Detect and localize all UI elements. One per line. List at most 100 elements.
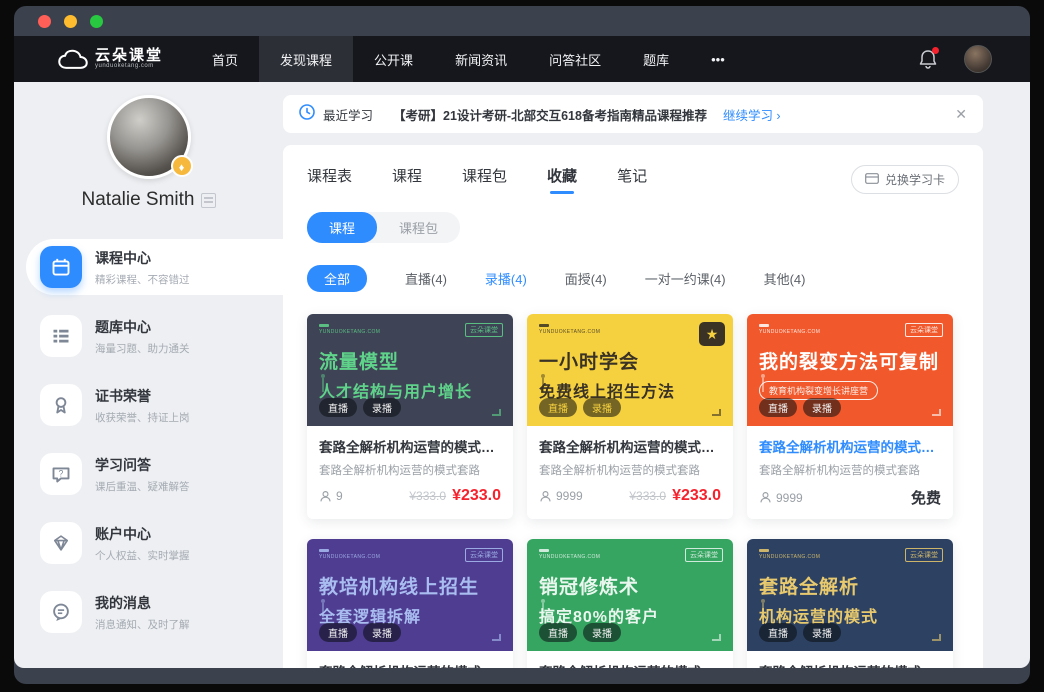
- tag-recorded: 录播: [803, 623, 841, 642]
- main-area: 最近学习 【考研】21设计考研-北部交互618备考指南精品课程推荐 继续学习 ›…: [283, 82, 983, 668]
- sidebar-item-account-center[interactable]: 账户中心 个人权益、实时掌握: [26, 515, 283, 571]
- cover-deco: [541, 374, 545, 392]
- tab-course-packages[interactable]: 课程包: [462, 165, 507, 194]
- medal-icon: [40, 384, 82, 426]
- nav-item-news[interactable]: 新闻资讯: [434, 36, 528, 82]
- window-close-button[interactable]: [38, 14, 51, 28]
- corner-mark: [492, 409, 501, 416]
- window-zoom-button[interactable]: [90, 14, 103, 28]
- course-title: 套路全解析机构运营的模式套路: [759, 661, 941, 668]
- window-minimize-button[interactable]: [64, 14, 77, 28]
- filter-bar: 全部 直播(4) 录播(4) 面授(4) 一对一约课(4) 其他(4): [307, 265, 959, 292]
- course-grid: YUNDUOKETANG.COM 云朵课堂 流量模型 人才结构与用户增长 直播 …: [307, 314, 959, 668]
- old-price: ¥333.0: [409, 489, 447, 503]
- old-price: ¥333.0: [629, 489, 667, 503]
- cover-badge: 云朵课堂: [465, 323, 503, 337]
- sidebar-item-subtitle: 收获荣誉、持证上岗: [95, 411, 190, 424]
- course-title: 套路全解析机构运营的模式套路: [539, 440, 721, 455]
- tag-recorded: 录播: [583, 398, 621, 417]
- sidebar-menu: 课程中心 精彩课程、不容错过 题库中心 海量习题、助力通关 证书荣誉 收获荣誉、…: [14, 239, 283, 640]
- cover-title: 套路全解析: [759, 577, 860, 598]
- tab-courses[interactable]: 课程: [392, 165, 422, 194]
- course-cover: YUNDUOKETANG.COM 云朵课堂 教培机构线上招生 全套逻辑拆解 直播…: [307, 539, 513, 651]
- filter-all[interactable]: 全部: [307, 265, 368, 292]
- cover-badge: 云朵课堂: [465, 548, 503, 562]
- corner-mark: [492, 634, 501, 641]
- corner-mark: [932, 409, 941, 416]
- nav-menu: 首页 发现课程 公开课 新闻资讯 问答社区 题库 •••: [191, 36, 746, 82]
- cover-title: 教培机构线上招生: [319, 577, 480, 598]
- course-card[interactable]: YUNDUOKETANG.COM 云朵课堂 销冠修炼术 搞定80%的客户 直播 …: [527, 539, 733, 668]
- tag-live: 直播: [319, 398, 357, 417]
- recent-course-title: 【考研】21设计考研-北部交互618备考指南精品课程推荐: [393, 108, 707, 123]
- notification-bell-icon[interactable]: [918, 47, 939, 70]
- star-badge-icon: ★: [699, 322, 725, 346]
- sidebar-item-title: 学习问答: [95, 456, 151, 473]
- course-title: 套路全解析机构运营的模式套路: [319, 440, 501, 455]
- filter-live[interactable]: 直播(4): [405, 269, 447, 288]
- card-icon: [865, 172, 879, 187]
- tab-favorites[interactable]: 收藏: [547, 165, 577, 194]
- question-bank-icon: [40, 315, 82, 357]
- cover-title: 一小时学会: [539, 352, 640, 373]
- course-cover: YUNDUOKETANG.COM 云朵课堂 流量模型 人才结构与用户增长 直播 …: [307, 314, 513, 426]
- sidebar-item-subtitle: 课后重温、疑难解答: [95, 480, 190, 493]
- switch-courses[interactable]: 课程: [307, 212, 378, 243]
- corner-mark: [712, 634, 721, 641]
- filter-one-on-one[interactable]: 一对一约课(4): [645, 269, 726, 288]
- cover-badge: 云朵课堂: [905, 548, 943, 562]
- filter-recorded[interactable]: 录播(4): [485, 269, 527, 288]
- cover-title: 销冠修炼术: [539, 577, 640, 598]
- notification-dot: [932, 47, 939, 54]
- course-card[interactable]: YUNDUOKETANG.COM 云朵课堂 教培机构线上招生 全套逻辑拆解 直播…: [307, 539, 513, 668]
- tab-schedule[interactable]: 课程表: [307, 165, 352, 194]
- filter-other[interactable]: 其他(4): [764, 269, 806, 288]
- qa-bubble-icon: ?: [40, 453, 82, 495]
- exchange-card-button[interactable]: 兑换学习卡: [850, 165, 959, 194]
- cover-deco: [541, 599, 545, 617]
- sidebar-item-learning-qa[interactable]: ? 学习问答 课后重温、疑难解答: [26, 446, 283, 502]
- nav-item-home[interactable]: 首页: [191, 36, 259, 82]
- sidebar-item-certificates[interactable]: 证书荣誉 收获荣誉、持证上岗: [26, 377, 283, 433]
- nav-item-more[interactable]: •••: [690, 36, 746, 82]
- course-cover: YUNDUOKETANG.COM 云朵课堂 套路全解析 机构运营的模式 直播 录…: [747, 539, 953, 651]
- nav-item-open-classes[interactable]: 公开课: [353, 36, 434, 82]
- tag-live: 直播: [539, 623, 577, 642]
- price: ¥233.0: [452, 487, 501, 504]
- svg-text:?: ?: [59, 469, 64, 479]
- switch-course-packages[interactable]: 课程包: [377, 212, 460, 243]
- filter-in-person[interactable]: 面授(4): [565, 269, 607, 288]
- course-card[interactable]: YUNDUOKETANG.COM 云朵课堂 套路全解析 机构运营的模式 直播 录…: [747, 539, 953, 668]
- course-title: 套路全解析机构运营的模式套路: [539, 661, 721, 668]
- course-cover: YUNDUOKETANG.COM 云朵课堂 我的裂变方法可复制 教育机构裂变增长…: [747, 314, 953, 426]
- cover-title: 流量模型: [319, 352, 400, 373]
- tab-notes[interactable]: 笔记: [617, 165, 647, 194]
- user-avatar[interactable]: [964, 45, 992, 73]
- message-icon: [40, 591, 82, 633]
- cover-title: 我的裂变方法可复制: [759, 352, 940, 373]
- sidebar-item-my-messages[interactable]: 我的消息 消息通知、及时了解: [26, 584, 283, 640]
- brand-logo[interactable]: 云朵课堂 yunduoketang.com: [58, 36, 163, 82]
- course-card[interactable]: YUNDUOKETANG.COM ★ 一小时学会 免费线上招生方法 直播 录播: [527, 314, 733, 519]
- course-card[interactable]: YUNDUOKETANG.COM 云朵课堂 我的裂变方法可复制 教育机构裂变增长…: [747, 314, 953, 519]
- sidebar-item-subtitle: 个人权益、实时掌握: [95, 549, 190, 562]
- sidebar-item-subtitle: 精彩课程、不容错过: [95, 273, 190, 286]
- nav-item-qa-community[interactable]: 问答社区: [528, 36, 622, 82]
- tag-live: 直播: [319, 623, 357, 642]
- nav-item-discover-courses[interactable]: 发现课程: [259, 36, 354, 82]
- sidebar-item-course-center[interactable]: 课程中心 精彩课程、不容错过: [26, 239, 283, 295]
- close-icon[interactable]: ✕: [955, 106, 967, 123]
- cover-badge: 云朵课堂: [905, 323, 943, 337]
- course-card[interactable]: YUNDUOKETANG.COM 云朵课堂 流量模型 人才结构与用户增长 直播 …: [307, 314, 513, 519]
- tag-recorded: 录播: [583, 623, 621, 642]
- sidebar-item-question-bank-center[interactable]: 题库中心 海量习题、助力通关: [26, 308, 283, 364]
- course-subtitle: 套路全解析机构运营的模式套路: [319, 465, 480, 477]
- course-center-icon: [40, 246, 82, 288]
- continue-learning-link[interactable]: 继续学习 ›: [723, 105, 781, 124]
- sidebar-item-title: 证书荣誉: [95, 387, 151, 404]
- nav-item-question-bank[interactable]: 题库: [622, 36, 690, 82]
- profile-name: Natalie Smith: [81, 189, 195, 210]
- cover-badge: 云朵课堂: [685, 548, 723, 562]
- sidebar-item-subtitle: 消息通知、及时了解: [95, 618, 190, 631]
- tag-recorded: 录播: [363, 398, 401, 417]
